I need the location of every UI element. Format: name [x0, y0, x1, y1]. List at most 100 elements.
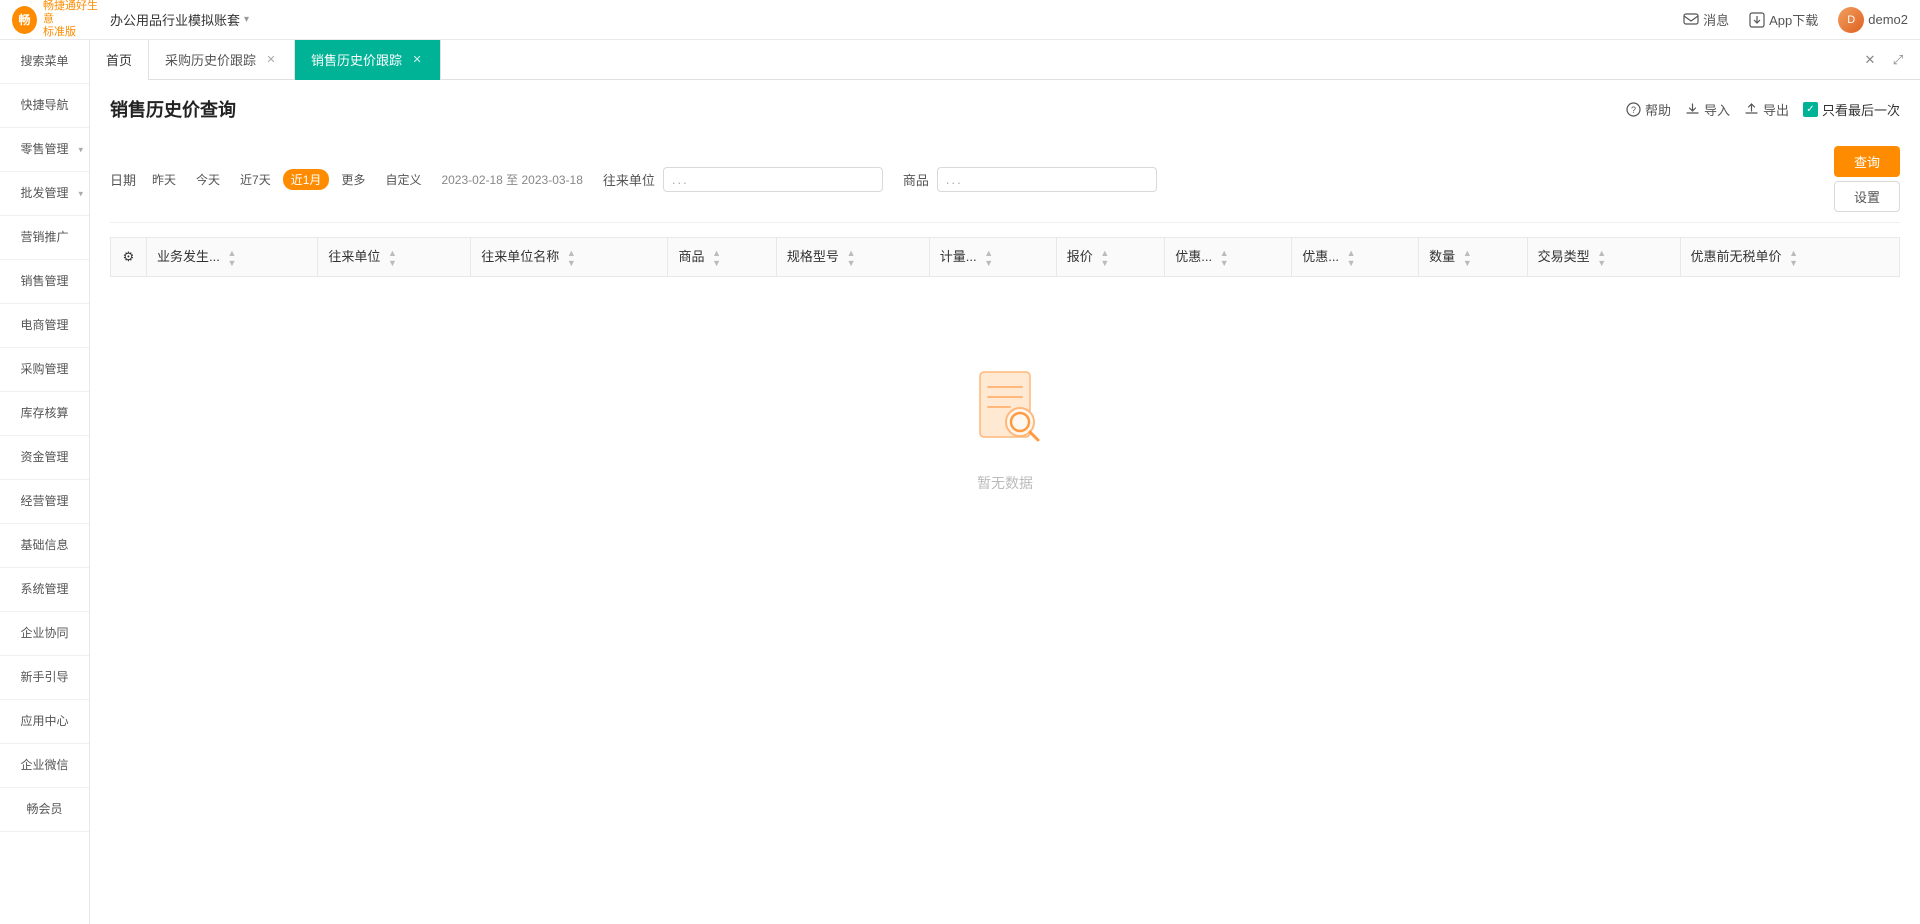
- chevron-down-icon: ▾: [244, 14, 249, 25]
- date-option-today[interactable]: 今天: [188, 169, 228, 190]
- sort-arrows-biz-date: ▲▼: [227, 248, 236, 268]
- sidebar-item-retail[interactable]: 零售管理: [0, 128, 89, 172]
- th-unit[interactable]: 计量... ▲▼: [929, 238, 1056, 277]
- th-no-tax-price[interactable]: 优惠前无税单价 ▲▼: [1680, 238, 1899, 277]
- message-btn[interactable]: 消息: [1683, 10, 1729, 29]
- filter-bar: 日期 昨天 今天 近7天 近1月 更多 自定义 2023-02-18 至 202…: [110, 136, 1900, 223]
- th-quote[interactable]: 报价 ▲▼: [1056, 238, 1164, 277]
- goods-input[interactable]: ...: [937, 167, 1157, 192]
- empty-illustration: [955, 357, 1055, 457]
- sidebar-item-basic-info[interactable]: 基础信息: [0, 524, 89, 568]
- partner-input[interactable]: ...: [663, 167, 883, 192]
- sidebar-item-apps[interactable]: 应用中心: [0, 700, 89, 744]
- sidebar-item-ecommerce[interactable]: 电商管理: [0, 304, 89, 348]
- empty-state: 暂无数据: [110, 277, 1900, 553]
- app-download-btn[interactable]: App下载: [1749, 10, 1818, 29]
- sidebar-item-search[interactable]: 搜索菜单: [0, 40, 89, 84]
- th-discount1[interactable]: 优惠... ▲▼: [1165, 238, 1292, 277]
- date-option-1month[interactable]: 近1月: [283, 169, 330, 190]
- main-layout: 搜索菜单 快捷导航 零售管理 批发管理 营销推广 销售管理 电商管理 采购管理 …: [0, 40, 1920, 924]
- th-trade-type[interactable]: 交易类型 ▲▼: [1527, 238, 1680, 277]
- setting-button[interactable]: 设置: [1834, 181, 1900, 212]
- th-partner-code[interactable]: 往来单位 ▲▼: [318, 238, 471, 277]
- sidebar-item-guide[interactable]: 新手引导: [0, 656, 89, 700]
- date-options: 昨天 今天 近7天 近1月 更多 自定义: [144, 169, 429, 190]
- sidebar-item-shortcuts[interactable]: 快捷导航: [0, 84, 89, 128]
- topbar: 畅 畅捷通好生意 标准版 办公用品行业模拟账套 ▾ 消息 App下载 D: [0, 0, 1920, 40]
- sidebar-item-collab[interactable]: 企业协同: [0, 612, 89, 656]
- th-gear[interactable]: ⚙: [111, 238, 147, 277]
- logo: 畅 畅捷通好生意 标准版: [12, 0, 102, 39]
- partner-filter-group: 往来单位 ...: [603, 167, 883, 192]
- page-header: 销售历史价查询 ? 帮助: [110, 96, 1900, 122]
- query-button[interactable]: 查询: [1834, 146, 1900, 177]
- tab-actions: ✕ ⤢: [1860, 50, 1920, 70]
- message-icon: [1683, 12, 1699, 28]
- checkbox-icon: ✓: [1803, 102, 1818, 117]
- sort-arrows-unit: ▲▼: [984, 248, 993, 268]
- avatar: D: [1838, 7, 1864, 33]
- sidebar-item-inventory[interactable]: 库存核算: [0, 392, 89, 436]
- tab-sales-history[interactable]: 销售历史价跟踪 ✕: [295, 40, 441, 80]
- date-option-7days[interactable]: 近7天: [232, 169, 279, 190]
- th-goods[interactable]: 商品 ▲▼: [668, 238, 776, 277]
- sort-arrows-spec: ▲▼: [847, 248, 856, 268]
- help-btn[interactable]: ? 帮助: [1626, 100, 1671, 119]
- sidebar-item-membership[interactable]: 畅会员: [0, 788, 89, 832]
- logo-text: 畅捷通好生意 标准版: [43, 0, 102, 39]
- topbar-right: 消息 App下载 D demo2: [1683, 7, 1908, 33]
- gear-icon: ⚙: [123, 249, 135, 264]
- date-option-custom[interactable]: 自定义: [377, 169, 429, 190]
- only-last-checkbox[interactable]: ✓ 只看最后一次: [1803, 100, 1900, 119]
- table-header: ⚙ 业务发生... ▲▼ 往来单位 ▲▼ 往来单位名称: [111, 238, 1900, 277]
- import-btn[interactable]: 导入: [1685, 100, 1730, 119]
- th-biz-date[interactable]: 业务发生... ▲▼: [147, 238, 318, 277]
- content-area: 首页 采购历史价跟踪 ✕ 销售历史价跟踪 ✕ ✕ ⤢ 销售历史价查询: [90, 40, 1920, 924]
- app-selector[interactable]: 办公用品行业模拟账套 ▾: [110, 10, 249, 29]
- sidebar-item-sales[interactable]: 销售管理: [0, 260, 89, 304]
- th-discount2[interactable]: 优惠... ▲▼: [1292, 238, 1419, 277]
- download-icon: [1749, 12, 1765, 28]
- sort-arrows-trade-type: ▲▼: [1597, 248, 1606, 268]
- th-qty[interactable]: 数量 ▲▼: [1419, 238, 1527, 277]
- sort-arrows-discount2: ▲▼: [1347, 248, 1356, 268]
- svg-text:?: ?: [1631, 105, 1636, 115]
- table-header-row: ⚙ 业务发生... ▲▼ 往来单位 ▲▼ 往来单位名称: [111, 238, 1900, 277]
- page-title: 销售历史价查询: [110, 96, 236, 122]
- logo-icon: 畅: [12, 6, 37, 34]
- th-spec[interactable]: 规格型号 ▲▼: [776, 238, 929, 277]
- sort-arrows-no-tax-price: ▲▼: [1789, 248, 1798, 268]
- close-sales-tab-btn[interactable]: ✕: [410, 53, 424, 67]
- goods-label: 商品: [903, 170, 929, 189]
- import-icon: [1685, 102, 1700, 117]
- filter-actions: 查询 设置: [1834, 146, 1900, 212]
- close-tab-btn[interactable]: ✕: [1860, 50, 1880, 70]
- tab-home[interactable]: 首页: [90, 40, 149, 80]
- page-header-actions: ? 帮助 导入: [1626, 100, 1900, 119]
- sidebar-item-purchase[interactable]: 采购管理: [0, 348, 89, 392]
- sidebar-item-marketing[interactable]: 营销推广: [0, 216, 89, 260]
- expand-btn[interactable]: ⤢: [1888, 50, 1908, 70]
- date-label: 日期: [110, 170, 136, 189]
- sidebar-item-system[interactable]: 系统管理: [0, 568, 89, 612]
- sort-arrows-goods: ▲▼: [712, 248, 721, 268]
- tabbar: 首页 采购历史价跟踪 ✕ 销售历史价跟踪 ✕ ✕ ⤢: [90, 40, 1920, 80]
- sidebar-item-operations[interactable]: 经营管理: [0, 480, 89, 524]
- th-partner-name[interactable]: 往来单位名称 ▲▼: [471, 238, 668, 277]
- sort-arrows-quote: ▲▼: [1100, 248, 1109, 268]
- sidebar: 搜索菜单 快捷导航 零售管理 批发管理 营销推广 销售管理 电商管理 采购管理 …: [0, 40, 90, 924]
- date-range: 2023-02-18 至 2023-03-18: [441, 171, 582, 188]
- user-menu[interactable]: D demo2: [1838, 7, 1908, 33]
- sidebar-item-finance[interactable]: 资金管理: [0, 436, 89, 480]
- date-option-yesterday[interactable]: 昨天: [144, 169, 184, 190]
- sidebar-item-wholesale[interactable]: 批发管理: [0, 172, 89, 216]
- date-filter-group: 日期 昨天 今天 近7天 近1月 更多 自定义 2023-02-18 至 202…: [110, 169, 583, 190]
- empty-icon: [955, 357, 1055, 457]
- sort-arrows-qty: ▲▼: [1463, 248, 1472, 268]
- sort-arrows-discount1: ▲▼: [1220, 248, 1229, 268]
- export-btn[interactable]: 导出: [1744, 100, 1789, 119]
- tab-purchase-history[interactable]: 采购历史价跟踪 ✕: [149, 40, 295, 80]
- sidebar-item-enterprise-wechat[interactable]: 企业微信: [0, 744, 89, 788]
- close-purchase-tab-btn[interactable]: ✕: [264, 53, 278, 67]
- date-option-more[interactable]: 更多: [333, 169, 373, 190]
